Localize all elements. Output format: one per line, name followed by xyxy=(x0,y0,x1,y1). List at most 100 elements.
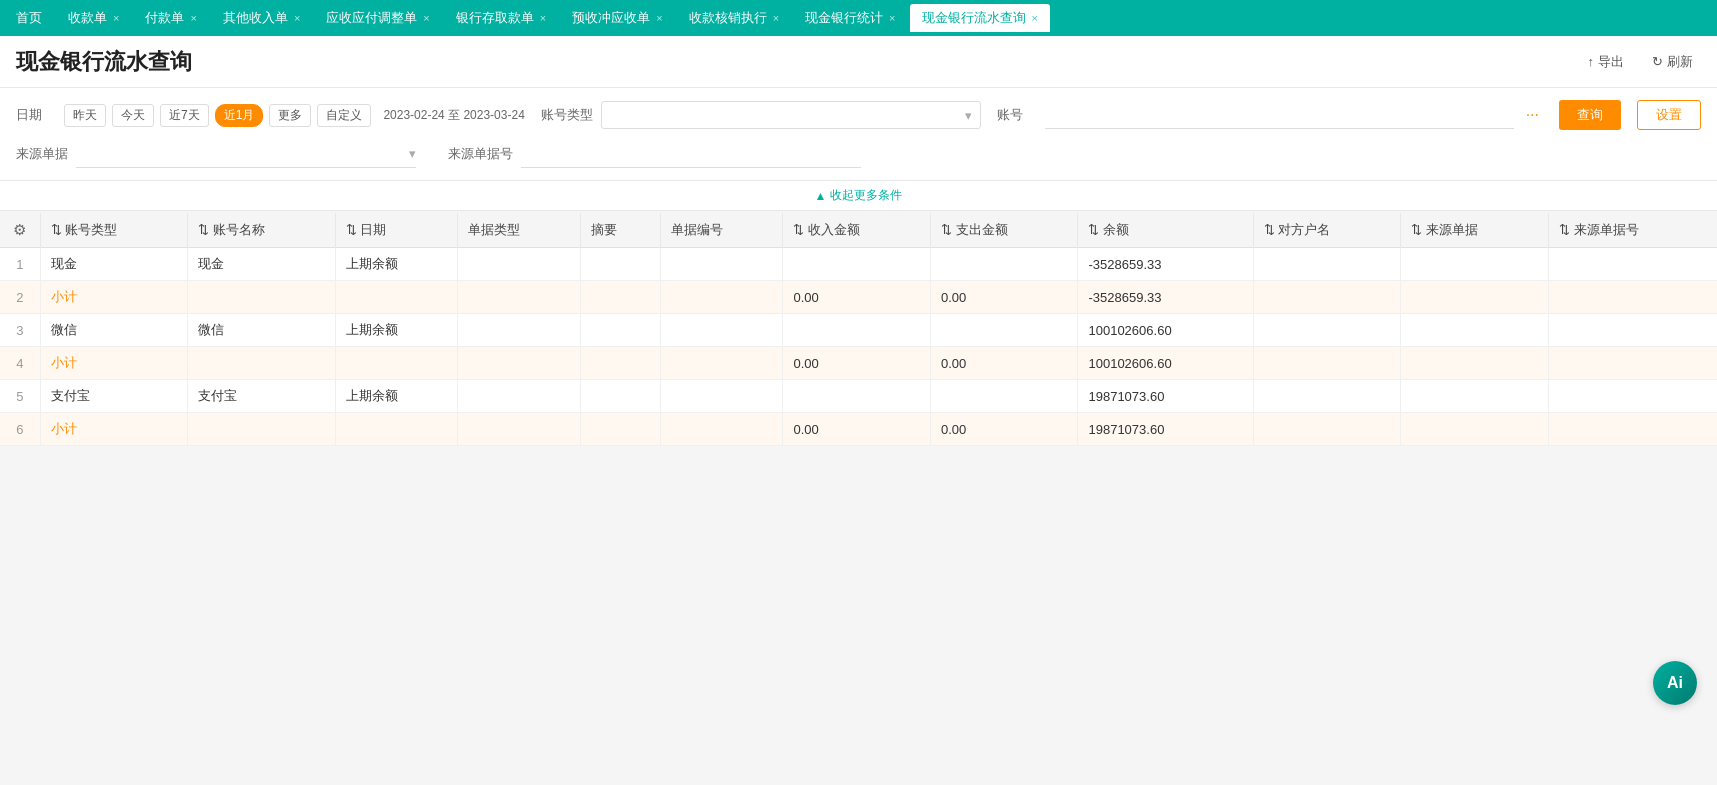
top-nav: 首页收款单×付款单×其他收入单×应收应付调整单×银行存取款单×预收冲应收单×收款… xyxy=(0,0,1717,36)
account-dots-button[interactable]: ··· xyxy=(1522,106,1543,124)
date-today[interactable]: 今天 xyxy=(112,104,154,127)
close-tab-bank-deposit-icon[interactable]: × xyxy=(540,12,546,24)
cell-account-type: 现金 xyxy=(40,248,188,281)
page-title: 现金银行流水查询 xyxy=(16,47,192,77)
nav-tab-bank-stats[interactable]: 现金银行统计× xyxy=(793,4,907,32)
cell-doc-type xyxy=(458,347,581,380)
cell-account-type: 小计 xyxy=(40,413,188,446)
cell-source-doc-no xyxy=(1548,248,1717,281)
cell-date xyxy=(335,347,458,380)
col-summary: 摘要 xyxy=(581,213,660,248)
close-tab-bank-flow-icon[interactable]: × xyxy=(1032,12,1038,24)
collapse-up-icon: ▲ xyxy=(815,189,827,203)
close-tab-bank-stats-icon[interactable]: × xyxy=(889,12,895,24)
cell-balance: 19871073.60 xyxy=(1078,380,1253,413)
date-7days[interactable]: 近7天 xyxy=(160,104,209,127)
refresh-icon: ↻ xyxy=(1652,54,1663,69)
cell-source-doc xyxy=(1401,347,1549,380)
filter-row-2: 来源单据 ▾ 来源单据号 xyxy=(16,140,1701,168)
close-tab-other-income-icon[interactable]: × xyxy=(294,12,300,24)
col-expense[interactable]: ⇅ 支出金额 xyxy=(930,213,1078,248)
nav-tab-bank-flow[interactable]: 现金银行流水查询× xyxy=(910,4,1050,32)
cell-date: 上期余额 xyxy=(335,314,458,347)
nav-tab-advance[interactable]: 预收冲应收单× xyxy=(560,4,674,32)
row-number: 2 xyxy=(0,281,40,314)
collapse-label: 收起更多条件 xyxy=(830,187,902,204)
cell-expense xyxy=(930,248,1078,281)
nav-tab-write-off[interactable]: 收款核销执行× xyxy=(677,4,791,32)
cell-source-doc-no xyxy=(1548,281,1717,314)
col-date[interactable]: ⇅ 日期 xyxy=(335,213,458,248)
settings-button[interactable]: 设置 xyxy=(1637,100,1701,130)
date-custom[interactable]: 自定义 xyxy=(317,104,371,127)
close-tab-payment-icon[interactable]: × xyxy=(190,12,196,24)
close-tab-adjustment-icon[interactable]: × xyxy=(423,12,429,24)
cell-doc-no xyxy=(660,281,783,314)
close-tab-receipt-icon[interactable]: × xyxy=(113,12,119,24)
date-range: 2023-02-24 至 2023-03-24 xyxy=(383,107,524,124)
col-doc-type: 单据类型 xyxy=(458,213,581,248)
collapse-bar[interactable]: ▲ 收起更多条件 xyxy=(0,181,1717,211)
date-filter: 日期 昨天 今天 近7天 近1月 更多 自定义 2023-02-24 至 202… xyxy=(16,104,525,127)
date-1month[interactable]: 近1月 xyxy=(215,104,264,127)
cell-account-name xyxy=(188,347,336,380)
col-income[interactable]: ⇅ 收入金额 xyxy=(783,213,931,248)
col-source-doc-no[interactable]: ⇅ 来源单据号 xyxy=(1548,213,1717,248)
cell-income xyxy=(783,248,931,281)
cell-account-name: 微信 xyxy=(188,314,336,347)
date-yesterday[interactable]: 昨天 xyxy=(64,104,106,127)
cell-counterparty xyxy=(1253,413,1401,446)
cell-date: 上期余额 xyxy=(335,380,458,413)
col-balance[interactable]: ⇅ 余额 xyxy=(1078,213,1253,248)
refresh-button[interactable]: ↻ 刷新 xyxy=(1644,49,1701,75)
cell-doc-type xyxy=(458,413,581,446)
nav-tab-home[interactable]: 首页 xyxy=(4,4,54,32)
nav-tab-payment[interactable]: 付款单× xyxy=(133,4,208,32)
source-doc-no-label: 来源单据号 xyxy=(448,145,513,163)
close-tab-advance-icon[interactable]: × xyxy=(656,12,662,24)
account-input[interactable] xyxy=(1045,108,1514,122)
cell-date xyxy=(335,413,458,446)
cell-counterparty xyxy=(1253,347,1401,380)
nav-tab-receipt[interactable]: 收款单× xyxy=(56,4,131,32)
cell-counterparty xyxy=(1253,248,1401,281)
account-filter: 账号 ··· xyxy=(997,101,1543,129)
nav-tab-other-income[interactable]: 其他收入单× xyxy=(211,4,312,32)
cell-balance: -3528659.33 xyxy=(1078,281,1253,314)
table-row: 6小计0.000.0019871073.60 xyxy=(0,413,1717,446)
filter-area: 日期 昨天 今天 近7天 近1月 更多 自定义 2023-02-24 至 202… xyxy=(0,88,1717,181)
export-button[interactable]: ↑ 导出 xyxy=(1580,49,1633,75)
cell-source-doc xyxy=(1401,380,1549,413)
cell-balance: 100102606.60 xyxy=(1078,314,1253,347)
nav-tab-adjustment[interactable]: 应收应付调整单× xyxy=(314,4,441,32)
col-account-type[interactable]: ⇅ 账号类型 xyxy=(40,213,188,248)
cell-summary xyxy=(581,314,660,347)
source-doc-no-input[interactable] xyxy=(521,140,861,167)
cell-account-type: 小计 xyxy=(40,281,188,314)
col-counterparty[interactable]: ⇅ 对方户名 xyxy=(1253,213,1401,248)
col-account-name[interactable]: ⇅ 账号名称 xyxy=(188,213,336,248)
col-gear[interactable]: ⚙ xyxy=(0,213,40,248)
page-header: 现金银行流水查询 ↑ 导出 ↻ 刷新 xyxy=(0,36,1717,88)
cell-account-name xyxy=(188,413,336,446)
col-source-doc[interactable]: ⇅ 来源单据 xyxy=(1401,213,1549,248)
cell-doc-no xyxy=(660,248,783,281)
row-number: 1 xyxy=(0,248,40,281)
query-button[interactable]: 查询 xyxy=(1559,100,1621,130)
cell-counterparty xyxy=(1253,380,1401,413)
data-table: ⚙ ⇅ 账号类型 ⇅ 账号名称 ⇅ 日期 单据类型 摘要 单据编号 ⇅ 收入金额 xyxy=(0,213,1717,446)
cell-balance: 19871073.60 xyxy=(1078,413,1253,446)
cell-account-type: 支付宝 xyxy=(40,380,188,413)
source-doc-select[interactable]: ▾ xyxy=(76,140,416,168)
cell-income: 0.00 xyxy=(783,347,931,380)
cell-doc-no xyxy=(660,314,783,347)
account-label: 账号 xyxy=(997,106,1037,124)
cell-summary xyxy=(581,281,660,314)
close-tab-write-off-icon[interactable]: × xyxy=(773,12,779,24)
nav-tab-bank-deposit[interactable]: 银行存取款单× xyxy=(444,4,558,32)
cell-counterparty xyxy=(1253,281,1401,314)
cell-doc-type xyxy=(458,380,581,413)
account-type-select[interactable]: ▾ xyxy=(601,101,981,129)
date-more[interactable]: 更多 xyxy=(269,104,311,127)
col-doc-no: 单据编号 xyxy=(660,213,783,248)
